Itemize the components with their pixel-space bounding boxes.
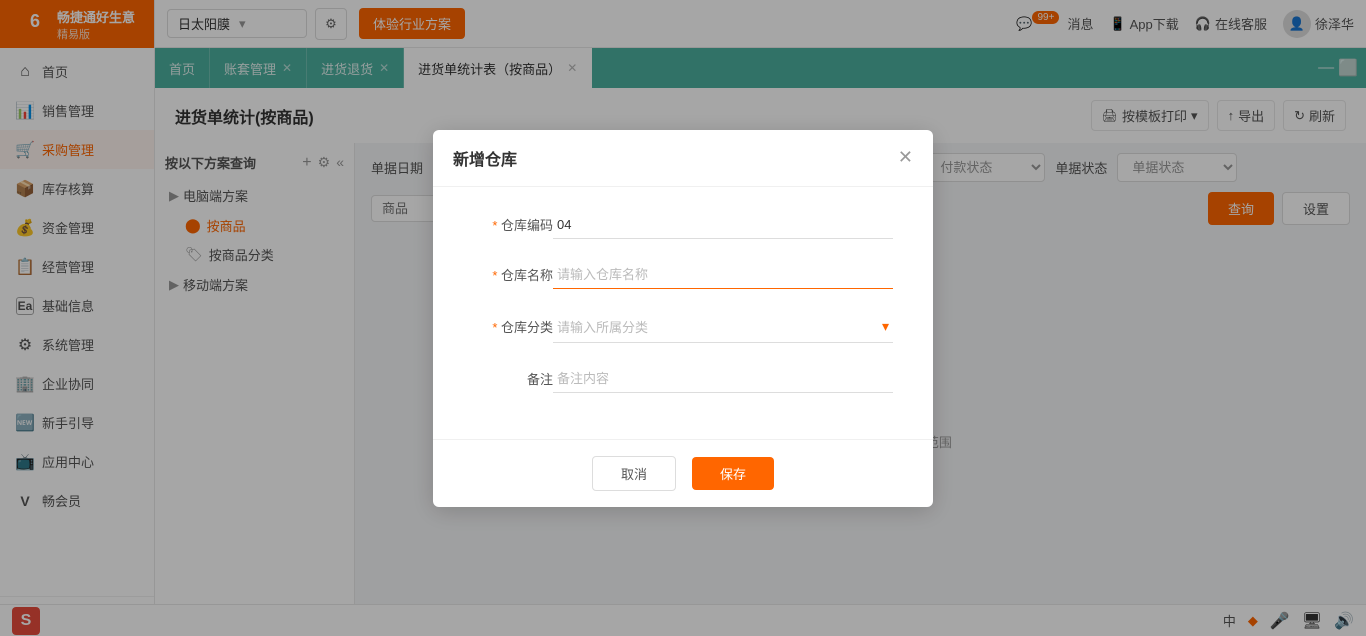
code-input[interactable] (553, 211, 893, 239)
modal-footer: 取消 保存 (433, 439, 933, 507)
modal-overlay: 新增仓库 ✕ 仓库编码 仓库名称 仓库分类 请输入所属分类 ▾ (0, 0, 1366, 636)
remark-label: 备注 (473, 369, 553, 388)
modal-body: 仓库编码 仓库名称 仓库分类 请输入所属分类 ▾ 备注 (433, 187, 933, 439)
form-row-name: 仓库名称 (473, 261, 893, 289)
name-input[interactable] (553, 261, 893, 289)
form-row-remark: 备注 (473, 365, 893, 393)
remark-input[interactable] (553, 365, 893, 393)
code-label: 仓库编码 (473, 215, 553, 234)
form-row-category: 仓库分类 请输入所属分类 ▾ (473, 311, 893, 343)
modal-header: 新增仓库 ✕ (433, 130, 933, 187)
category-placeholder: 请输入所属分类 (557, 317, 878, 336)
new-warehouse-modal: 新增仓库 ✕ 仓库编码 仓库名称 仓库分类 请输入所属分类 ▾ (433, 130, 933, 507)
modal-title: 新增仓库 (453, 146, 517, 170)
name-label: 仓库名称 (473, 265, 553, 284)
category-label: 仓库分类 (473, 317, 553, 336)
modal-close-button[interactable]: ✕ (898, 147, 913, 168)
category-select[interactable]: 请输入所属分类 ▾ (553, 311, 893, 343)
category-chevron-icon: ▾ (882, 318, 889, 335)
form-row-code: 仓库编码 (473, 211, 893, 239)
cancel-button[interactable]: 取消 (592, 456, 676, 491)
save-button[interactable]: 保存 (692, 457, 774, 490)
